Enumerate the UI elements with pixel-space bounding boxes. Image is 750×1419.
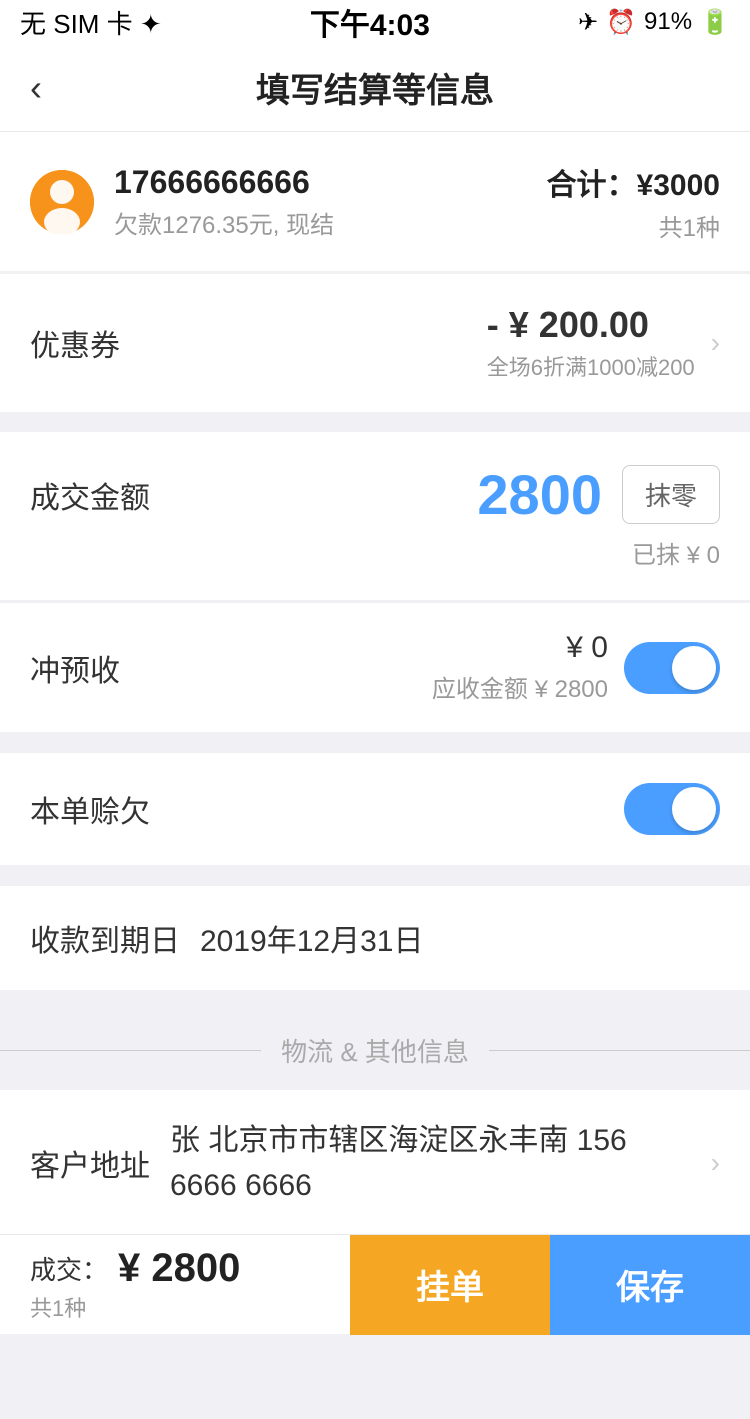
footer-total-value: ¥ 2800 xyxy=(118,1246,240,1291)
credit-toggle-knob xyxy=(672,787,716,831)
coupon-row[interactable]: 优惠券 - ¥ 200.00 全场6折满1000减200 › xyxy=(0,273,750,412)
toggle-knob xyxy=(672,646,716,690)
prepay-label: 冲预收 xyxy=(30,646,120,690)
section-divider-4 xyxy=(0,992,750,1010)
coupon-right: - ¥ 200.00 全场6折满1000减200 › xyxy=(487,304,720,382)
transaction-label: 成交金额 xyxy=(30,473,150,517)
section-divider-2 xyxy=(0,734,750,752)
back-button[interactable]: ‹ xyxy=(30,67,42,109)
round-button[interactable]: 抹零 xyxy=(622,465,720,524)
footer-total-row: 成交： ¥ 2800 xyxy=(30,1246,320,1291)
duedate-section: 收款到期日 2019年12月31日 xyxy=(0,885,750,990)
battery-status: 91% xyxy=(644,8,692,36)
status-bar: 无 SIM 卡 ✦ 下午4:03 ✈ ⏰ 91% 🔋 xyxy=(0,0,750,44)
prepay-sub: 应收金额 ¥ 2800 xyxy=(432,669,608,704)
footer-count: 共1种 xyxy=(30,1291,320,1323)
customer-right: 合计：¥3000 共1种 xyxy=(547,160,720,243)
duedate-value: 2019年12月31日 xyxy=(200,916,423,960)
customer-count: 共1种 xyxy=(547,208,720,243)
coupon-label: 优惠券 xyxy=(30,321,120,365)
section-divider-1 xyxy=(0,414,750,432)
customer-card: 17666666666 欠款1276.35元, 现结 合计：¥3000 共1种 xyxy=(0,132,750,271)
duedate-label: 收款到期日 xyxy=(30,916,180,960)
footer: 成交： ¥ 2800 共1种 挂单 保存 xyxy=(0,1234,750,1334)
address-label: 客户地址 xyxy=(30,1141,150,1185)
avatar xyxy=(30,170,94,234)
prepay-right: ¥ 0 应收金额 ¥ 2800 xyxy=(432,631,720,704)
section-divider-3 xyxy=(0,867,750,885)
address-content: 张 北京市市辖区海淀区永丰南 156 6666 6666 xyxy=(170,1118,691,1208)
prepay-section: 冲预收 ¥ 0 应收金额 ¥ 2800 xyxy=(0,602,750,732)
credit-section: 本单赊欠 xyxy=(0,752,750,865)
logistics-title: 物流 & 其他信息 xyxy=(261,1032,489,1069)
prepay-amount-block: ¥ 0 应收金额 ¥ 2800 xyxy=(432,631,608,704)
header: ‹ 填写结算等信息 xyxy=(0,44,750,132)
navigation-icon: ✈ xyxy=(578,8,598,37)
transaction-amount: 2800 xyxy=(477,462,602,527)
customer-info: 17666666666 欠款1276.35元, 现结 xyxy=(114,164,334,240)
customer-debt: 欠款1276.35元, 现结 xyxy=(114,205,334,240)
coupon-desc: 全场6折满1000减200 xyxy=(487,350,695,382)
customer-left: 17666666666 欠款1276.35元, 现结 xyxy=(30,164,334,240)
status-right: ✈ ⏰ 91% 🔋 xyxy=(578,8,730,37)
prepay-amount: ¥ 0 xyxy=(432,631,608,665)
status-time: 下午4:03 xyxy=(310,0,430,44)
prepay-toggle[interactable] xyxy=(624,642,720,694)
coupon-amount: - ¥ 200.00 xyxy=(487,304,695,346)
save-button[interactable]: 保存 xyxy=(550,1235,750,1335)
credit-label: 本单赊欠 xyxy=(30,787,150,831)
battery-icon: 🔋 xyxy=(700,8,730,37)
transaction-row: 成交金额 2800 抹零 xyxy=(30,462,720,527)
customer-total: 合计：¥3000 xyxy=(547,160,720,204)
footer-info: 成交： ¥ 2800 共1种 xyxy=(0,1246,350,1323)
hold-button[interactable]: 挂单 xyxy=(350,1235,550,1335)
transaction-right: 2800 抹零 xyxy=(477,462,720,527)
duedate-row: 收款到期日 2019年12月31日 xyxy=(30,916,720,960)
status-left: 无 SIM 卡 ✦ xyxy=(20,4,162,41)
footer-total-label: 成交： xyxy=(30,1250,108,1287)
credit-row: 本单赊欠 xyxy=(30,783,720,835)
sim-status: 无 SIM 卡 ✦ xyxy=(20,4,162,41)
prepay-row: 冲预收 ¥ 0 应收金额 ¥ 2800 xyxy=(30,631,720,704)
transaction-section: 成交金额 2800 抹零 已抹 ¥ 0 xyxy=(0,432,750,600)
chevron-right-icon: › xyxy=(711,327,720,359)
logistics-header: 物流 & 其他信息 xyxy=(0,1010,750,1090)
customer-phone: 17666666666 xyxy=(114,164,334,201)
address-chevron-icon: › xyxy=(711,1147,720,1179)
alarm-icon: ⏰ xyxy=(606,8,636,37)
address-section[interactable]: 客户地址 张 北京市市辖区海淀区永丰南 156 6666 6666 › xyxy=(0,1090,750,1237)
transaction-sub: 已抹 ¥ 0 xyxy=(30,535,720,570)
page-title: 填写结算等信息 xyxy=(256,63,494,112)
credit-toggle[interactable] xyxy=(624,783,720,835)
